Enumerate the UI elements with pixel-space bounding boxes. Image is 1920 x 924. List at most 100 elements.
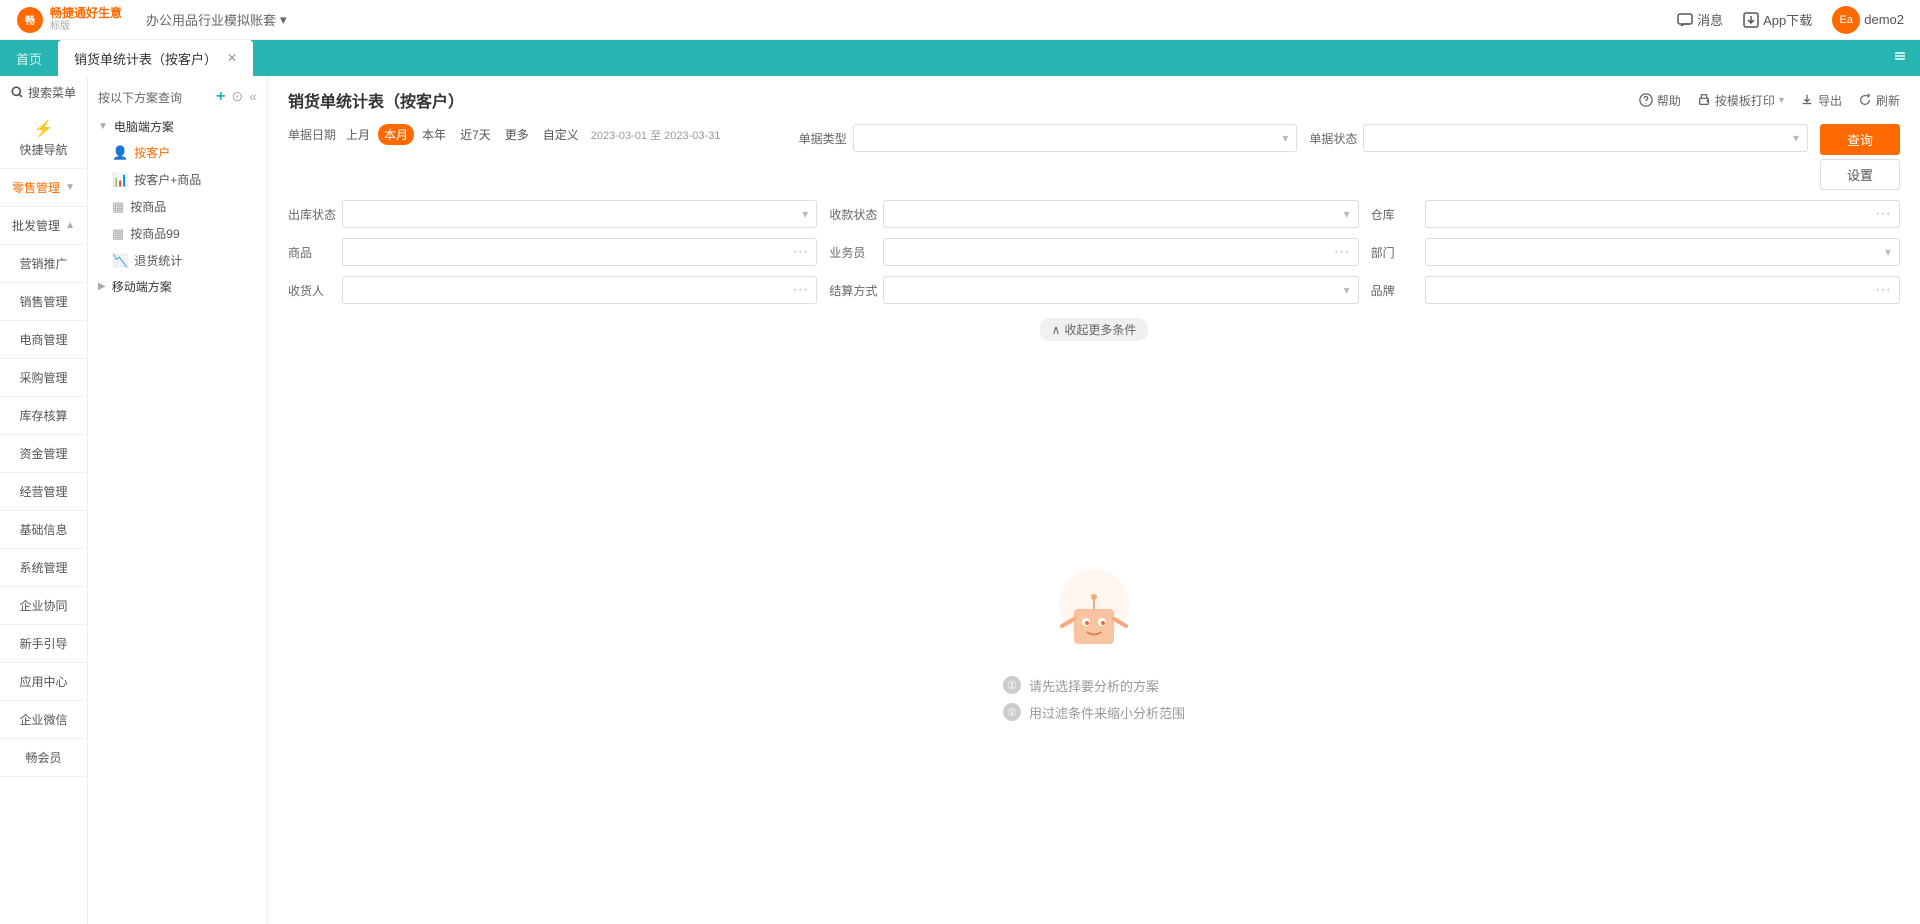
edit-scheme-button[interactable]: ⊙ [231, 88, 243, 106]
sidebar-item-member[interactable]: 畅会员 [0, 739, 87, 777]
tab-sales-stat[interactable]: 销货单统计表（按客户） ✕ [58, 40, 253, 76]
date-filter: 单据日期 上月 本月 本年 近7天 更多 自定义 2023-03-01 至 20… [288, 124, 787, 145]
query-button[interactable]: 查询 [1820, 124, 1900, 155]
app-selector[interactable]: 办公用品行业模拟账套 ▾ [146, 10, 287, 29]
department-input[interactable]: ▾ [1425, 238, 1900, 266]
sidebar-item-basics[interactable]: 基础信息 [0, 511, 87, 549]
search-icon [11, 86, 24, 99]
sidebar-item-system[interactable]: 系统管理 [0, 549, 87, 587]
warehouse-input[interactable]: ··· [1425, 200, 1900, 228]
date-tab-this-year[interactable]: 本年 [416, 124, 452, 145]
scheme-item-by-product[interactable]: ▦ 按商品 [88, 193, 267, 220]
brand-input[interactable]: ··· [1425, 276, 1900, 304]
chevron-down-icon: ▾ [802, 207, 808, 221]
scheme-actions: + ⊙ « [216, 88, 257, 106]
payment-status-input[interactable]: ▾ [883, 200, 1358, 228]
scheme-item-by-customer[interactable]: 👤 按客户 [88, 139, 267, 166]
collapse-button[interactable]: ∧ 收起更多条件 [1040, 318, 1149, 341]
scheme-group-desktop-header[interactable]: ▼ 电脑端方案 [88, 114, 267, 139]
box2-icon: ▦ [112, 226, 124, 242]
export-button[interactable]: 导出 [1800, 92, 1842, 109]
svg-text:畅: 畅 [25, 14, 35, 27]
filter-row-2: 出库状态 ▾ 收款状态 ▾ 仓库 [288, 200, 1900, 228]
sidebar-item-corp-wechat[interactable]: 企业微信 [0, 701, 87, 739]
refresh-icon [1858, 93, 1872, 107]
sidebar-item-quick-nav[interactable]: ⚡ 快捷导航 [0, 109, 87, 169]
quick-nav-icon: ⚡ [34, 119, 54, 139]
date-tab-last-7[interactable]: 近7天 [454, 124, 497, 145]
sidebar-item-finance[interactable]: 资金管理 [0, 435, 87, 473]
tab-close-button[interactable]: ✕ [227, 51, 237, 65]
sidebar-item-enterprise[interactable]: 企业协同 [0, 587, 87, 625]
payment-status-filter: 收款状态 ▾ [829, 200, 1358, 228]
app-download-button[interactable]: App下载 [1743, 10, 1812, 29]
scheme-group-desktop: ▼ 电脑端方案 👤 按客户 📊 按客户+商品 ▦ 按商品 ▦ 按商品99 [88, 114, 267, 274]
sidebar-item-purchase[interactable]: 采购管理 [0, 359, 87, 397]
refresh-button[interactable]: 刷新 [1858, 92, 1900, 109]
date-tab-more[interactable]: 更多 [499, 124, 535, 145]
add-scheme-button[interactable]: + [216, 88, 225, 106]
download-icon [1743, 12, 1759, 28]
scheme-group-mobile: ▶ 移动端方案 [88, 274, 267, 299]
consignee-filter: 收货人 ··· [288, 276, 817, 304]
chevron-down-icon: ▾ [1282, 131, 1288, 145]
settlement-input[interactable]: ▾ [883, 276, 1358, 304]
sidebar-item-operations[interactable]: 经营管理 [0, 473, 87, 511]
product-input[interactable]: ··· [342, 238, 817, 266]
sidebar-item-marketing[interactable]: 营销推广 [0, 245, 87, 283]
message-button[interactable]: 消息 [1677, 10, 1723, 29]
out-status-input[interactable]: ▾ [342, 200, 817, 228]
scheme-item-return-stats[interactable]: 📉 退货统计 [88, 247, 267, 274]
expand-icon [1892, 48, 1908, 64]
chevron-icon: ▼ [65, 182, 75, 193]
filter-row-4: 收货人 ··· 结算方式 ▾ 品牌 [288, 276, 1900, 304]
sidebar-item-retail[interactable]: 零售管理 ▼ [0, 169, 87, 207]
empty-state: ① 请先选择要分析的方案 ② 用过滤条件来缩小分析范围 [268, 361, 1920, 924]
sidebar-item-inventory[interactable]: 库存核算 [0, 397, 87, 435]
scheme-group-mobile-header[interactable]: ▶ 移动端方案 [88, 274, 267, 299]
chart-icon: 📊 [112, 172, 128, 188]
consignee-input[interactable]: ··· [342, 276, 817, 304]
collapse-scheme-button[interactable]: « [249, 88, 257, 106]
salesperson-input[interactable]: ··· [883, 238, 1358, 266]
template-print-button[interactable]: 按模板打印 ▾ [1697, 92, 1784, 109]
printer-icon [1697, 93, 1711, 107]
scheme-item-by-product-99[interactable]: ▦ 按商品99 [88, 220, 267, 247]
dots-icon: ··· [1334, 243, 1350, 261]
chevron-down-icon: ▾ [1885, 245, 1891, 259]
report-header: 销货单统计表（按客户） 帮助 [268, 76, 1920, 112]
sidebar-item-newbie[interactable]: 新手引导 [0, 625, 87, 663]
search-menu-button[interactable]: 搜索菜单 [0, 76, 87, 109]
settings-button[interactable]: 设置 [1820, 159, 1900, 190]
header-right: 消息 App下载 Ea demo2 [1677, 6, 1904, 34]
date-tab-custom[interactable]: 自定义 [537, 124, 585, 145]
date-tab-last-month[interactable]: 上月 [340, 124, 376, 145]
main-layout: 搜索菜单 ⚡ 快捷导航 零售管理 ▼ 批发管理 ▲ 营销推广 销售管理 电商管理 [0, 76, 1920, 924]
help-button[interactable]: 帮助 [1639, 92, 1681, 109]
customer-icon: 👤 [112, 145, 128, 161]
query-settings-buttons: 查询 设置 [1820, 124, 1900, 190]
doc-status-input[interactable]: ▾ [1363, 124, 1808, 152]
logo: 畅 畅捷通好生意 标版 [16, 6, 122, 34]
sidebar-item-wholesale[interactable]: 批发管理 ▲ [0, 207, 87, 245]
date-tab-this-month[interactable]: 本月 [378, 124, 414, 145]
dots-icon: ··· [1875, 205, 1891, 223]
tab-home[interactable]: 首页 [0, 40, 58, 76]
sidebar-item-ecommerce[interactable]: 电商管理 [0, 321, 87, 359]
chevron-icon: ▲ [65, 220, 75, 231]
sidebar-item-app-center[interactable]: 应用中心 [0, 663, 87, 701]
scheme-panel-header: 按以下方案查询 + ⊙ « [88, 84, 267, 114]
salesperson-filter: 业务员 ··· [829, 238, 1358, 266]
user-profile[interactable]: Ea demo2 [1832, 6, 1904, 34]
report-actions: 帮助 按模板打印 ▾ [1639, 92, 1900, 109]
sidebar-item-sales[interactable]: 销售管理 [0, 283, 87, 321]
department-filter: 部门 ▾ [1371, 238, 1900, 266]
message-icon [1677, 12, 1693, 28]
tab-expand-button[interactable] [1892, 48, 1920, 69]
doc-type-filter: 单据类型 ▾ [799, 124, 1298, 152]
doc-type-input[interactable]: ▾ [853, 124, 1298, 152]
header-left: 畅 畅捷通好生意 标版 办公用品行业模拟账套 ▾ [16, 6, 287, 34]
chevron-down-icon: ▾ [1793, 131, 1799, 145]
scheme-item-by-customer-product[interactable]: 📊 按客户+商品 [88, 166, 267, 193]
chevron-down-icon: ▾ [1344, 283, 1350, 297]
